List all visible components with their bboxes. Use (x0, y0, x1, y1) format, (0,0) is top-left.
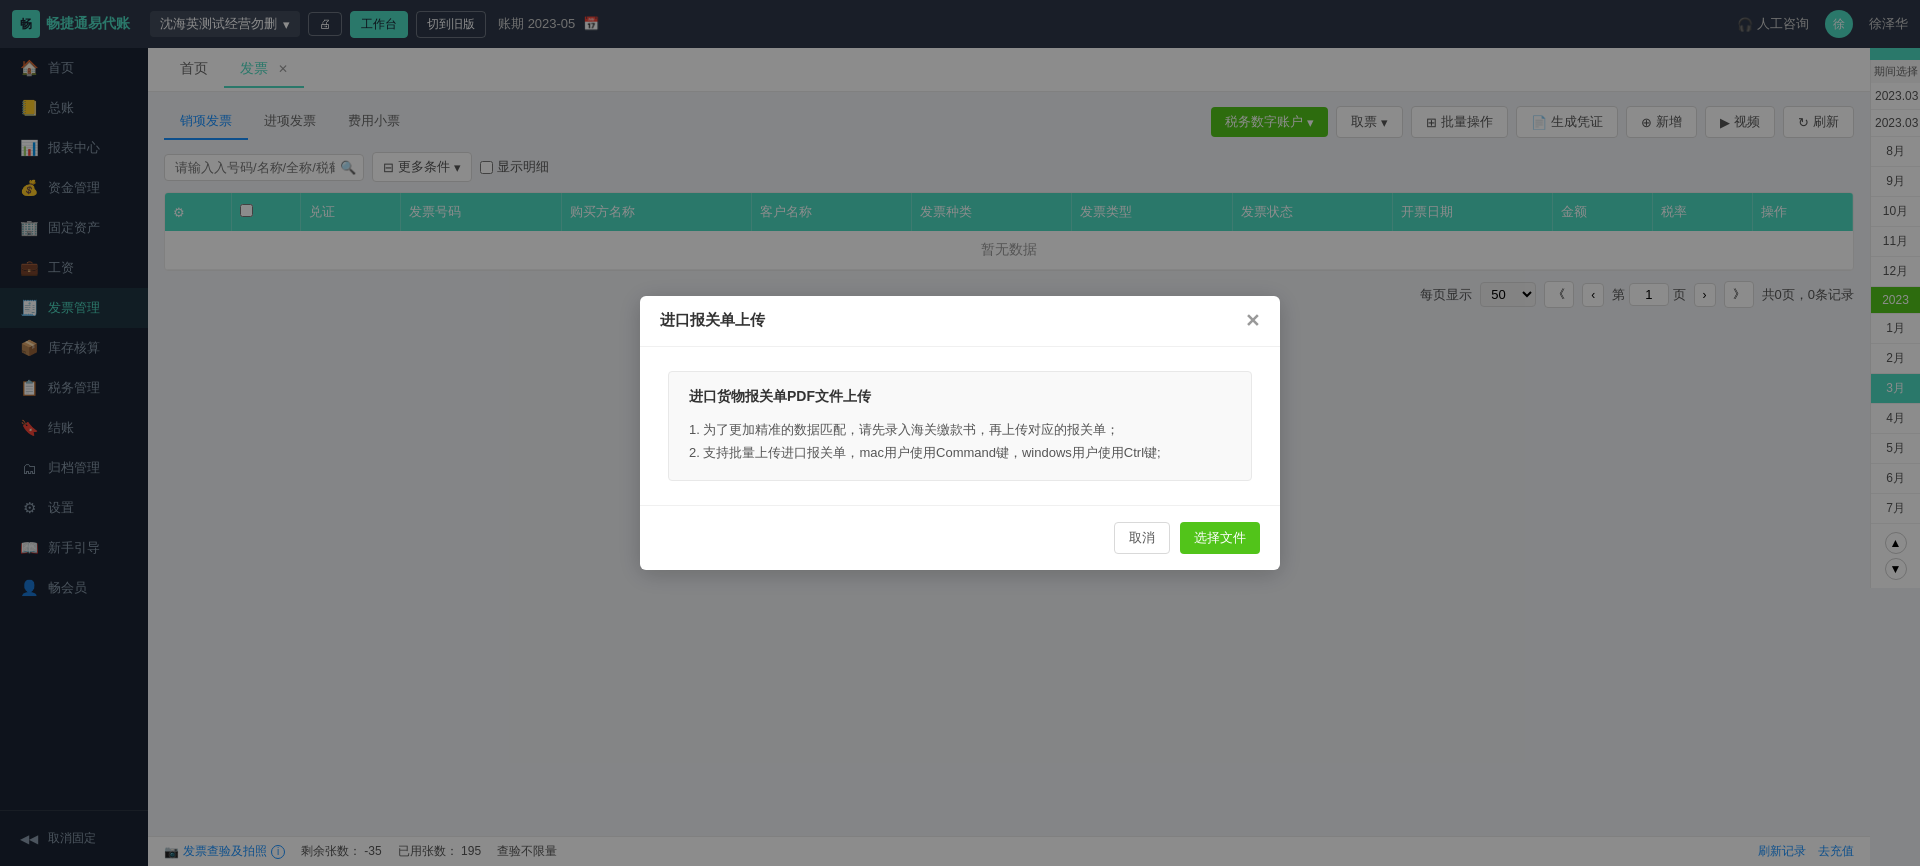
modal-cancel-btn[interactable]: 取消 (1114, 522, 1170, 554)
modal-footer: 取消 选择文件 (640, 505, 1280, 570)
instruction-2: 2. 支持批量上传进口报关单，mac用户使用Command键，windows用户… (689, 441, 1231, 464)
modal-close-btn[interactable]: ✕ (1245, 310, 1260, 332)
modal-overlay: 进口报关单上传 ✕ 进口货物报关单PDF文件上传 1. 为了更加精准的数据匹配，… (0, 0, 1920, 866)
instruction-1: 1. 为了更加精准的数据匹配，请先录入海关缴款书，再上传对应的报关单； (689, 418, 1231, 441)
upload-info-box: 进口货物报关单PDF文件上传 1. 为了更加精准的数据匹配，请先录入海关缴款书，… (668, 371, 1252, 482)
modal-header: 进口报关单上传 ✕ (640, 296, 1280, 347)
import-customs-modal: 进口报关单上传 ✕ 进口货物报关单PDF文件上传 1. 为了更加精准的数据匹配，… (640, 296, 1280, 571)
modal-select-file-btn[interactable]: 选择文件 (1180, 522, 1260, 554)
modal-body: 进口货物报关单PDF文件上传 1. 为了更加精准的数据匹配，请先录入海关缴款书，… (640, 347, 1280, 506)
upload-instructions: 1. 为了更加精准的数据匹配，请先录入海关缴款书，再上传对应的报关单； 2. 支… (689, 418, 1231, 465)
upload-section-title: 进口货物报关单PDF文件上传 (689, 388, 1231, 406)
modal-title: 进口报关单上传 (660, 311, 765, 330)
